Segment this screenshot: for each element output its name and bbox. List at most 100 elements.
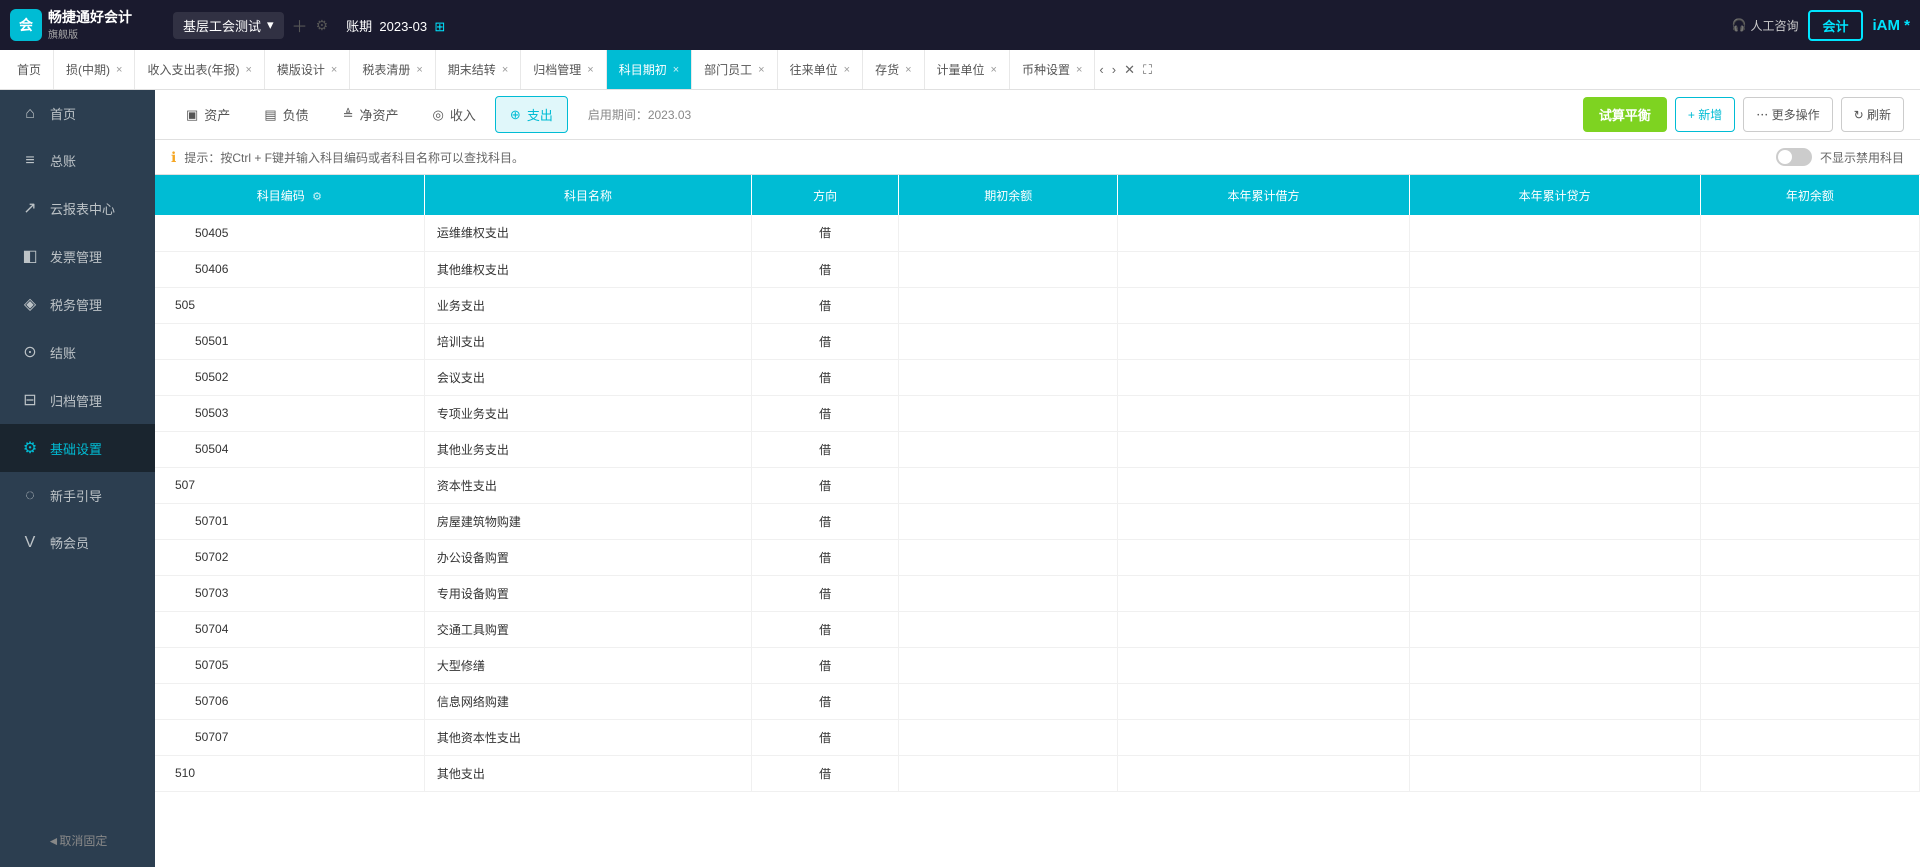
tab-period-end[interactable]: 期末结转 ×	[436, 50, 521, 90]
sub-tab-bar: ▣ 资产 ▤ 负债 ≜ 净资产 ◎ 收入 ⊕ 支出 启用期间：2023.03 试…	[155, 90, 1920, 140]
tab-mid-close[interactable]: ×	[116, 64, 122, 76]
table-row[interactable]: 50501 培训支出 借	[155, 323, 1920, 359]
sidebar-item-guide[interactable]: ◌ 新手引导	[0, 472, 155, 519]
sidebar-item-member[interactable]: V 畅会员	[0, 519, 155, 566]
table-row[interactable]: 50502 会议支出 借	[155, 359, 1920, 395]
table-container[interactable]: 科目编码 ⚙ 科目名称 方向 期初余额 本年累计借方 本年累计贷方 年初余额 5…	[155, 175, 1920, 867]
add-tab-icon[interactable]: ＋	[292, 13, 308, 37]
cell-name: 运维维权支出	[424, 215, 751, 251]
cell-year-open	[1700, 395, 1919, 431]
tab-inventory[interactable]: 存货 ×	[863, 50, 924, 90]
tab-income-close[interactable]: ×	[245, 64, 251, 76]
cell-dir: 借	[752, 575, 899, 611]
subtab-asset[interactable]: ▣ 资产	[171, 96, 245, 133]
tab-subject-init[interactable]: 科目期初 ×	[607, 50, 692, 90]
company-selector[interactable]: 基层工会测试 ▾	[173, 12, 284, 39]
cell-ytd-debit	[1118, 395, 1409, 431]
iam-label[interactable]: iAM *	[1873, 17, 1911, 34]
guide-icon: ◌	[20, 487, 40, 505]
tab-department-close[interactable]: ×	[758, 64, 764, 76]
tab-subject-init-close[interactable]: ×	[673, 64, 679, 76]
table-row[interactable]: 50406 其他维权支出 借	[155, 251, 1920, 287]
cell-opening	[899, 359, 1118, 395]
tab-measure-close[interactable]: ×	[991, 64, 997, 76]
table-row[interactable]: 50705 大型修缮 借	[155, 647, 1920, 683]
tab-template-close[interactable]: ×	[331, 64, 337, 76]
settings-icon[interactable]: ⚙	[316, 17, 329, 34]
cell-opening	[899, 467, 1118, 503]
toggle-disabled[interactable]: 不显示禁用科目	[1776, 148, 1904, 166]
tab-unit-close[interactable]: ×	[844, 64, 850, 76]
cell-dir: 借	[752, 359, 899, 395]
table-row[interactable]: 507 资本性支出 借	[155, 467, 1920, 503]
tab-archive-close[interactable]: ×	[587, 64, 593, 76]
cell-ytd-debit	[1118, 503, 1409, 539]
tab-income[interactable]: 收入支出表(年报) ×	[135, 50, 264, 90]
cell-name: 交通工具购置	[424, 611, 751, 647]
toggle-switch-control[interactable]	[1776, 148, 1812, 166]
cell-name: 其他支出	[424, 755, 751, 791]
cell-ytd-credit	[1409, 287, 1700, 323]
sidebar-item-invoice[interactable]: ◧ 发票管理	[0, 232, 155, 280]
tab-close-all[interactable]: ✕	[1120, 62, 1139, 78]
subtab-liability[interactable]: ▤ 负债	[249, 96, 323, 133]
tab-expand-nav[interactable]: ⛶	[1139, 62, 1156, 78]
sidebar-item-ledger[interactable]: ≡ 总账	[0, 137, 155, 184]
table-row[interactable]: 50707 其他资本性支出 借	[155, 719, 1920, 755]
add-button[interactable]: + 新增	[1675, 97, 1735, 132]
table-row[interactable]: 50703 专用设备购置 借	[155, 575, 1920, 611]
col-header-name: 科目名称	[424, 175, 751, 215]
cell-ytd-debit	[1118, 575, 1409, 611]
tab-prev-nav[interactable]: ‹	[1095, 62, 1107, 77]
cell-code: 50406	[155, 251, 424, 287]
table-row[interactable]: 50504 其他业务支出 借	[155, 431, 1920, 467]
tab-period-end-close[interactable]: ×	[502, 64, 508, 76]
table-row[interactable]: 510 其他支出 借	[155, 755, 1920, 791]
pin-button[interactable]: ◄取消固定	[10, 824, 145, 857]
tab-inventory-close[interactable]: ×	[905, 64, 911, 76]
sidebar-label-settlement: 结账	[50, 343, 76, 362]
tab-template[interactable]: 模版设计 ×	[265, 50, 350, 90]
tab-measure[interactable]: 计量单位 ×	[925, 50, 1010, 90]
cell-ytd-debit	[1118, 467, 1409, 503]
sidebar-item-settings[interactable]: ⚙ 基础设置	[0, 424, 155, 472]
subtab-expense[interactable]: ⊕ 支出	[495, 96, 568, 133]
col-settings-icon[interactable]: ⚙	[312, 191, 322, 203]
calc-balance-button[interactable]: 试算平衡	[1583, 97, 1667, 132]
table-row[interactable]: 50702 办公设备购置 借	[155, 539, 1920, 575]
sidebar-item-settlement[interactable]: ⊙ 结账	[0, 328, 155, 376]
tab-archive[interactable]: 归档管理 ×	[521, 50, 606, 90]
income-icon: ◎	[433, 107, 444, 123]
table-row[interactable]: 50503 专项业务支出 借	[155, 395, 1920, 431]
subject-table: 科目编码 ⚙ 科目名称 方向 期初余额 本年累计借方 本年累计贷方 年初余额 5…	[155, 175, 1920, 792]
cell-name: 大型修缮	[424, 647, 751, 683]
cell-ytd-credit	[1409, 575, 1700, 611]
table-row[interactable]: 50704 交通工具购置 借	[155, 611, 1920, 647]
tab-mid[interactable]: 损(中期) ×	[54, 50, 135, 90]
tab-currency-close[interactable]: ×	[1076, 64, 1082, 76]
account-button[interactable]: 会计	[1808, 10, 1862, 41]
tab-unit[interactable]: 往来单位 ×	[778, 50, 863, 90]
sidebar-item-home[interactable]: ⌂ 首页	[0, 90, 155, 137]
subtab-income[interactable]: ◎ 收入	[418, 96, 491, 133]
subtab-net-asset[interactable]: ≜ 净资产	[328, 96, 414, 133]
table-row[interactable]: 50701 房屋建筑物购建 借	[155, 503, 1920, 539]
tab-next-nav[interactable]: ›	[1108, 62, 1120, 77]
table-row[interactable]: 50706 信息网络购建 借	[155, 683, 1920, 719]
tab-home[interactable]: 首页	[5, 50, 54, 90]
sidebar-item-archive[interactable]: ⊟ 归档管理	[0, 376, 155, 424]
sidebar-item-tax[interactable]: ◈ 税务管理	[0, 280, 155, 328]
cell-code: 50504	[155, 431, 424, 467]
cell-name: 办公设备购置	[424, 539, 751, 575]
table-row[interactable]: 505 业务支出 借	[155, 287, 1920, 323]
tab-tax[interactable]: 税表清册 ×	[350, 50, 435, 90]
service-button[interactable]: 🎧 人工咨询	[1732, 17, 1799, 34]
refresh-button[interactable]: ↻ 刷新	[1841, 97, 1904, 132]
tab-tax-close[interactable]: ×	[416, 64, 422, 76]
toggle-label: 不显示禁用科目	[1820, 149, 1904, 166]
tab-department[interactable]: 部门员工 ×	[692, 50, 777, 90]
table-row[interactable]: 50405 运维维权支出 借	[155, 215, 1920, 251]
more-button[interactable]: ⋯ 更多操作	[1743, 97, 1832, 132]
tab-currency[interactable]: 币种设置 ×	[1010, 50, 1095, 90]
sidebar-item-report[interactable]: ↗ 云报表中心	[0, 184, 155, 232]
